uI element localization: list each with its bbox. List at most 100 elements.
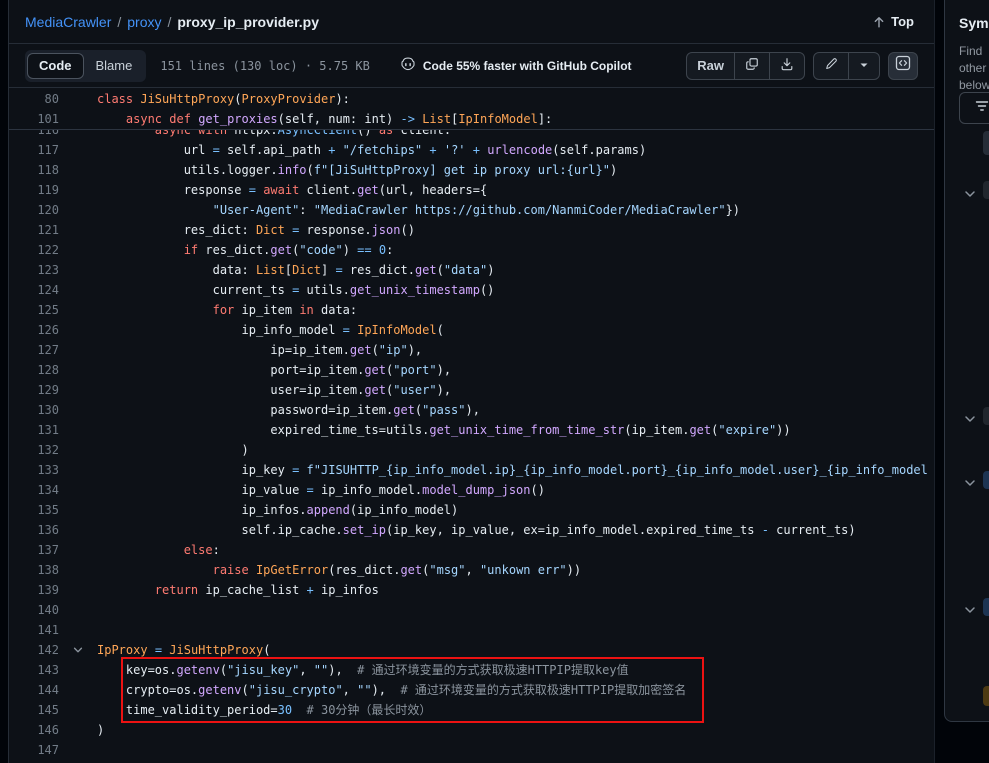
gutter xyxy=(59,340,97,360)
line-number[interactable]: 132 xyxy=(9,440,59,460)
code-line-136: 136 self.ip_cache.set_ip(ip_key, ip_valu… xyxy=(9,520,934,540)
breadcrumb-repo-link[interactable]: MediaCrawler xyxy=(25,14,111,30)
gutter xyxy=(59,520,97,540)
chevron-down-icon[interactable] xyxy=(963,412,977,426)
line-number[interactable]: 80 xyxy=(9,89,59,109)
line-number[interactable]: 136 xyxy=(9,520,59,540)
sticky-context-lines: 80class JiSuHttpProxy(ProxyProvider):101… xyxy=(9,88,934,130)
line-number[interactable]: 135 xyxy=(9,500,59,520)
line-number[interactable]: 129 xyxy=(9,380,59,400)
code-text: utils.logger.info(f"[JiSuHttpProxy] get … xyxy=(97,160,934,180)
symbol-chip xyxy=(983,598,989,616)
code-line-123: 123 data: List[Dict] = res_dict.get("dat… xyxy=(9,260,934,280)
gutter xyxy=(59,720,97,740)
gutter xyxy=(59,440,97,460)
symbols-icon xyxy=(895,55,911,76)
gutter xyxy=(59,500,97,520)
edit-button[interactable] xyxy=(814,53,848,79)
breadcrumb: MediaCrawler / proxy / proxy_ip_provider… xyxy=(25,14,319,30)
line-number[interactable]: 128 xyxy=(9,360,59,380)
chevron-down-icon[interactable] xyxy=(963,476,977,490)
chevron-down-caret-icon xyxy=(859,58,869,73)
breadcrumb-dir-link[interactable]: proxy xyxy=(127,14,161,30)
line-number[interactable]: 131 xyxy=(9,420,59,440)
code-line-80: 80class JiSuHttpProxy(ProxyProvider): xyxy=(9,89,934,109)
line-number[interactable]: 139 xyxy=(9,580,59,600)
line-number[interactable]: 124 xyxy=(9,280,59,300)
gutter xyxy=(59,109,97,129)
code-text xyxy=(97,740,934,760)
line-number[interactable]: 123 xyxy=(9,260,59,280)
code-line-137: 137 else: xyxy=(9,540,934,560)
symbol-chip xyxy=(983,686,989,706)
line-number[interactable]: 133 xyxy=(9,460,59,480)
gutter xyxy=(59,700,97,720)
code-text: self.ip_cache.set_ip(ip_key, ip_value, e… xyxy=(97,520,934,540)
download-button[interactable] xyxy=(769,53,804,79)
line-number[interactable]: 125 xyxy=(9,300,59,320)
gutter xyxy=(59,740,97,760)
line-number[interactable]: 145 xyxy=(9,700,59,720)
gutter xyxy=(59,89,97,109)
line-number[interactable]: 141 xyxy=(9,620,59,640)
copilot-promo-link[interactable]: Code 55% faster with GitHub Copilot xyxy=(400,56,632,75)
line-number[interactable]: 121 xyxy=(9,220,59,240)
line-number[interactable]: 130 xyxy=(9,400,59,420)
gutter xyxy=(59,240,97,260)
line-number[interactable]: 138 xyxy=(9,560,59,580)
code-text: key=os.getenv("jisu_key", ""), # 通过环境变量的… xyxy=(97,660,934,680)
code-line-121: 121 res_dict: Dict = response.json() xyxy=(9,220,934,240)
gutter xyxy=(59,180,97,200)
gutter xyxy=(59,320,97,340)
code-line-131: 131 expired_time_ts=utils.get_unix_time_… xyxy=(9,420,934,440)
tab-code[interactable]: Code xyxy=(27,53,84,79)
filter-button[interactable] xyxy=(959,92,989,124)
line-number[interactable]: 134 xyxy=(9,480,59,500)
code-line-130: 130 password=ip_item.get("pass"), xyxy=(9,400,934,420)
symbol-chip xyxy=(983,471,989,489)
gutter xyxy=(59,580,97,600)
code-text: ip_info_model = IpInfoModel( xyxy=(97,320,934,340)
fold-chevron-down-icon[interactable] xyxy=(59,640,97,660)
chevron-down-icon[interactable] xyxy=(963,187,977,201)
line-number[interactable]: 122 xyxy=(9,240,59,260)
line-number[interactable]: 146 xyxy=(9,720,59,740)
line-number[interactable]: 147 xyxy=(9,740,59,760)
line-number[interactable]: 127 xyxy=(9,340,59,360)
line-number[interactable]: 120 xyxy=(9,200,59,220)
scroll-to-top-button[interactable]: Top xyxy=(872,14,914,29)
line-number[interactable]: 126 xyxy=(9,320,59,340)
code-line-122: 122 if res_dict.get("code") == 0: xyxy=(9,240,934,260)
line-number[interactable]: 144 xyxy=(9,680,59,700)
tab-blame[interactable]: Blame xyxy=(84,53,145,79)
breadcrumb-separator: / xyxy=(167,14,171,30)
raw-button[interactable]: Raw xyxy=(687,53,734,79)
line-number[interactable]: 140 xyxy=(9,600,59,620)
line-number[interactable]: 101 xyxy=(9,109,59,129)
symbol-chip xyxy=(983,181,989,199)
code-line-141: 141 xyxy=(9,620,934,640)
code-text: time_validity_period=30 # 30分钟（最长时效） xyxy=(97,700,934,720)
code-line-120: 120 "User-Agent": "MediaCrawler https://… xyxy=(9,200,934,220)
symbols-pane-toggle-button[interactable] xyxy=(888,52,918,80)
symbols-panel: Sym Find other below xyxy=(944,0,989,722)
code-line-147: 147 xyxy=(9,740,934,760)
code-line-142: 142IpProxy = JiSuHttpProxy( xyxy=(9,640,934,660)
file-toolbar-row: Code Blame 151 lines (130 loc) · 5.75 KB… xyxy=(9,44,934,88)
breadcrumb-separator: / xyxy=(117,14,121,30)
edit-dropdown-button[interactable] xyxy=(848,53,879,79)
line-number[interactable]: 117 xyxy=(9,140,59,160)
line-number[interactable]: 143 xyxy=(9,660,59,680)
code-text xyxy=(97,620,934,640)
code-text: ) xyxy=(97,720,934,740)
copy-raw-button[interactable] xyxy=(734,53,769,79)
download-icon xyxy=(780,57,794,74)
line-number[interactable]: 137 xyxy=(9,540,59,560)
chevron-down-icon[interactable] xyxy=(963,603,977,617)
gutter xyxy=(59,360,97,380)
gutter xyxy=(59,220,97,240)
code-line-125: 125 for ip_item in data: xyxy=(9,300,934,320)
line-number[interactable]: 119 xyxy=(9,180,59,200)
line-number[interactable]: 118 xyxy=(9,160,59,180)
line-number[interactable]: 142 xyxy=(9,640,59,660)
